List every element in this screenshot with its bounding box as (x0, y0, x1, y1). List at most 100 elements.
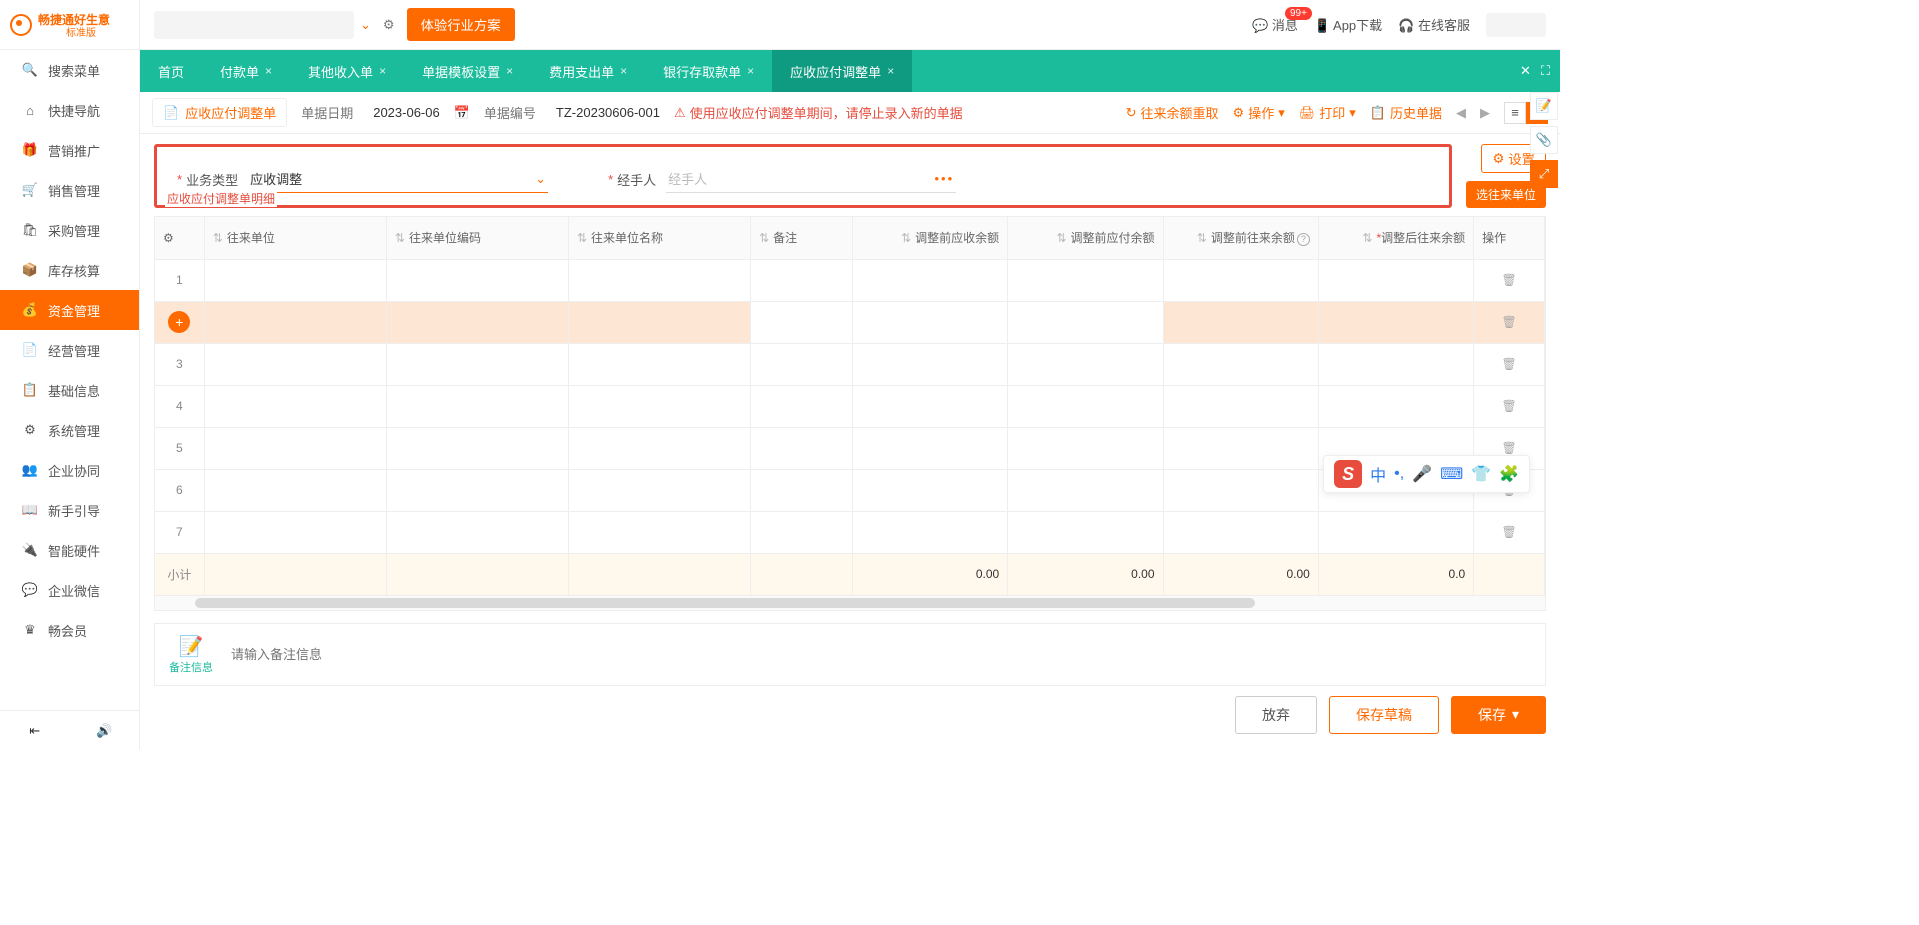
tab-adjust[interactable]: 应收应付调整单× (772, 50, 912, 92)
col-unit-name[interactable]: ⇅往来单位名称 (568, 217, 750, 259)
close-icon[interactable]: × (379, 64, 386, 78)
rail-note-button[interactable]: 📝 (1530, 92, 1558, 120)
add-row-button[interactable]: + (168, 311, 190, 333)
table-row[interactable]: +🗑 (155, 301, 1545, 343)
cell-pre-recv[interactable] (852, 385, 1007, 427)
close-icon[interactable]: × (506, 64, 513, 78)
cell-pre-bal[interactable] (1163, 511, 1318, 553)
tab-payment[interactable]: 付款单× (202, 50, 290, 92)
more-icon[interactable]: ••• (935, 171, 955, 186)
cell-pre-recv[interactable] (852, 259, 1007, 301)
ime-punct-icon[interactable]: •, (1394, 465, 1404, 483)
app-download-link[interactable]: 📱 App下载 (1314, 15, 1382, 34)
cell-unit-name[interactable] (568, 343, 750, 385)
sidebar-item-wecom[interactable]: 💬企业微信 (0, 570, 139, 610)
delete-row-button[interactable]: 🗑 (1474, 511, 1545, 553)
messages-link[interactable]: 💬 消息 (1252, 15, 1298, 34)
cell-post-bal[interactable] (1318, 343, 1473, 385)
sidebar-item-system[interactable]: ⚙系统管理 (0, 410, 139, 450)
sidebar-item-inventory[interactable]: 📦库存核算 (0, 250, 139, 290)
cell-remark[interactable] (751, 469, 853, 511)
table-row[interactable]: 4🗑 (155, 385, 1545, 427)
info-icon[interactable]: ? (1297, 233, 1310, 246)
date-value[interactable]: 2023-06-06 (373, 105, 440, 120)
cell-pre-pay[interactable] (1008, 385, 1163, 427)
next-icon[interactable]: ▶ (1480, 105, 1490, 121)
cell-pre-pay[interactable] (1008, 343, 1163, 385)
remark-input[interactable] (231, 647, 1531, 662)
col-pre-bal[interactable]: ⇅调整前往来余额? (1163, 217, 1318, 259)
cell-unit-name[interactable] (568, 259, 750, 301)
cell-unit-name[interactable] (568, 385, 750, 427)
cell-remark[interactable] (751, 385, 853, 427)
cell-pre-pay[interactable] (1008, 301, 1163, 343)
cell-pre-recv[interactable] (852, 301, 1007, 343)
cell-remark[interactable] (751, 259, 853, 301)
col-remark[interactable]: ⇅备注 (751, 217, 853, 259)
delete-row-button[interactable]: 🗑 (1474, 343, 1545, 385)
save-draft-button[interactable]: 保存草稿 (1329, 696, 1439, 734)
cell-unit[interactable] (204, 469, 386, 511)
ime-lang[interactable]: 中 (1370, 462, 1386, 486)
tab-expense[interactable]: 费用支出单× (531, 50, 645, 92)
ime-keyboard-icon[interactable]: ⌨ (1440, 464, 1463, 484)
cell-unit-code[interactable] (386, 511, 568, 553)
cell-pre-recv[interactable] (852, 343, 1007, 385)
col-unit[interactable]: ⇅往来单位 (204, 217, 386, 259)
cell-pre-bal[interactable] (1163, 343, 1318, 385)
cell-unit-name[interactable] (568, 427, 750, 469)
cell-remark[interactable] (751, 427, 853, 469)
cell-unit-name[interactable] (568, 301, 750, 343)
delete-row-button[interactable]: 🗑 (1474, 301, 1545, 343)
cell-post-bal[interactable] (1318, 301, 1473, 343)
cell-pre-recv[interactable] (852, 469, 1007, 511)
close-icon[interactable]: × (887, 64, 894, 78)
chevron-down-icon[interactable]: ⌄ (360, 17, 371, 33)
sidebar-item-operate[interactable]: 📄经营管理 (0, 330, 139, 370)
expand-icon[interactable]: ⛶ (1541, 63, 1550, 79)
org-selector[interactable] (154, 11, 354, 39)
ime-widget[interactable]: S 中 •, 🎤 ⌨ 👕 🧩 (1323, 455, 1530, 493)
cell-pre-bal[interactable] (1163, 469, 1318, 511)
cell-pre-pay[interactable] (1008, 511, 1163, 553)
ime-mic-icon[interactable]: 🎤 (1412, 464, 1432, 484)
cell-unit[interactable] (204, 511, 386, 553)
tab-other-income[interactable]: 其他收入单× (290, 50, 404, 92)
sidebar-item-funds[interactable]: 💰资金管理 (0, 290, 139, 330)
view-list-button[interactable]: ≡ (1504, 102, 1526, 124)
table-row[interactable]: 1🗑 (155, 259, 1545, 301)
sidebar-item-purchase[interactable]: 🛍采购管理 (0, 210, 139, 250)
reset-balance-link[interactable]: ↻ 往来余额重取 (1126, 103, 1219, 122)
sidebar-sound-button[interactable]: 🔊 (70, 711, 140, 750)
sidebar-item-search[interactable]: 🔍搜索菜单 (0, 50, 139, 90)
discard-button[interactable]: 放弃 (1235, 696, 1317, 734)
cell-unit-name[interactable] (568, 469, 750, 511)
cell-post-bal[interactable] (1318, 511, 1473, 553)
cell-remark[interactable] (751, 301, 853, 343)
cell-unit-code[interactable] (386, 385, 568, 427)
horizontal-scrollbar[interactable] (155, 596, 1545, 610)
cell-unit-code[interactable] (386, 469, 568, 511)
cell-post-bal[interactable] (1318, 385, 1473, 427)
cell-unit-code[interactable] (386, 427, 568, 469)
ime-skin-icon[interactable]: 👕 (1471, 464, 1491, 484)
sidebar-item-basic[interactable]: 📋基础信息 (0, 370, 139, 410)
close-icon[interactable]: × (747, 64, 754, 78)
tab-template[interactable]: 单据模板设置× (404, 50, 531, 92)
support-link[interactable]: 🎧 在线客服 (1398, 15, 1470, 34)
cell-unit[interactable] (204, 259, 386, 301)
cell-pre-pay[interactable] (1008, 469, 1163, 511)
cell-pre-bal[interactable] (1163, 385, 1318, 427)
cell-pre-bal[interactable] (1163, 259, 1318, 301)
cell-pre-recv[interactable] (852, 511, 1007, 553)
sidebar-item-marketing[interactable]: 🎁营销推广 (0, 130, 139, 170)
rail-attach-button[interactable]: 📎 (1530, 126, 1558, 154)
cell-unit[interactable] (204, 343, 386, 385)
col-post-bal[interactable]: ⇅*调整后往来余额 (1318, 217, 1473, 259)
close-icon[interactable]: × (620, 64, 627, 78)
save-button[interactable]: 保存▾ (1451, 696, 1546, 734)
settings-icon[interactable]: ⚙ (383, 17, 395, 33)
user-avatar[interactable] (1486, 13, 1546, 37)
try-industry-button[interactable]: 体验行业方案 (407, 8, 515, 41)
delete-row-button[interactable]: 🗑 (1474, 259, 1545, 301)
